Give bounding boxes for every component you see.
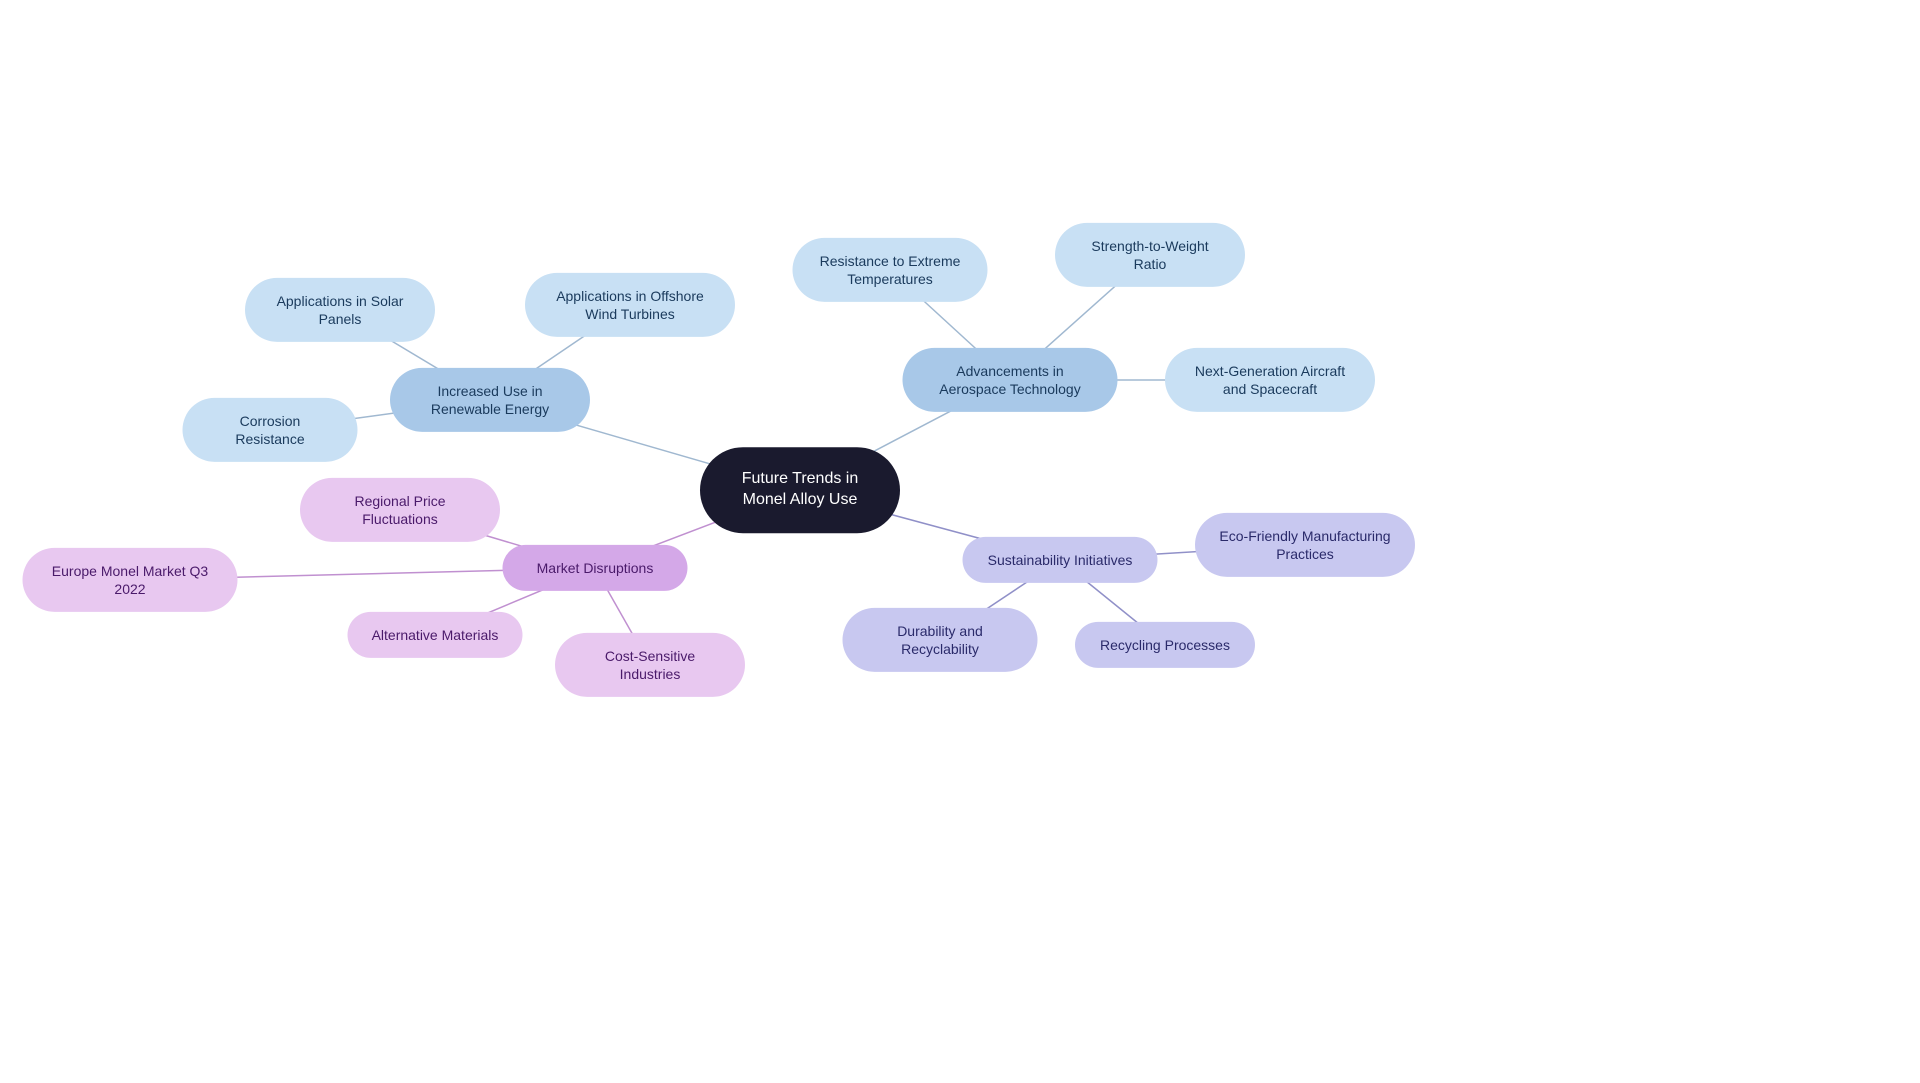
center-node: Future Trends in Monel Alloy Use bbox=[700, 447, 900, 533]
node-sustainability: Sustainability Initiatives bbox=[963, 537, 1158, 583]
node-alternative-materials: Alternative Materials bbox=[348, 612, 523, 658]
node-recycling: Recycling Processes bbox=[1075, 622, 1255, 668]
node-durability: Durability and Recyclability bbox=[843, 608, 1038, 672]
node-offshore-wind: Applications in Offshore Wind Turbines bbox=[525, 273, 735, 337]
node-eco-friendly: Eco-Friendly Manufacturing Practices bbox=[1195, 513, 1415, 577]
node-europe-monel: Europe Monel Market Q3 2022 bbox=[23, 548, 238, 612]
node-corrosion-resistance: Corrosion Resistance bbox=[183, 398, 358, 462]
node-extreme-temps: Resistance to Extreme Temperatures bbox=[793, 238, 988, 302]
node-strength-weight: Strength-to-Weight Ratio bbox=[1055, 223, 1245, 287]
node-solar-panels: Applications in Solar Panels bbox=[245, 278, 435, 342]
connections-svg bbox=[0, 0, 1920, 1083]
node-regional-price: Regional Price Fluctuations bbox=[300, 478, 500, 542]
node-cost-sensitive: Cost-Sensitive Industries bbox=[555, 633, 745, 697]
mindmap-container: Future Trends in Monel Alloy Use Increase… bbox=[0, 0, 1920, 1083]
node-renewable-energy: Increased Use in Renewable Energy bbox=[390, 368, 590, 432]
node-market-disruptions: Market Disruptions bbox=[503, 545, 688, 591]
node-next-gen-aircraft: Next-Generation Aircraft and Spacecraft bbox=[1165, 348, 1375, 412]
node-aerospace: Advancements in Aerospace Technology bbox=[903, 348, 1118, 412]
